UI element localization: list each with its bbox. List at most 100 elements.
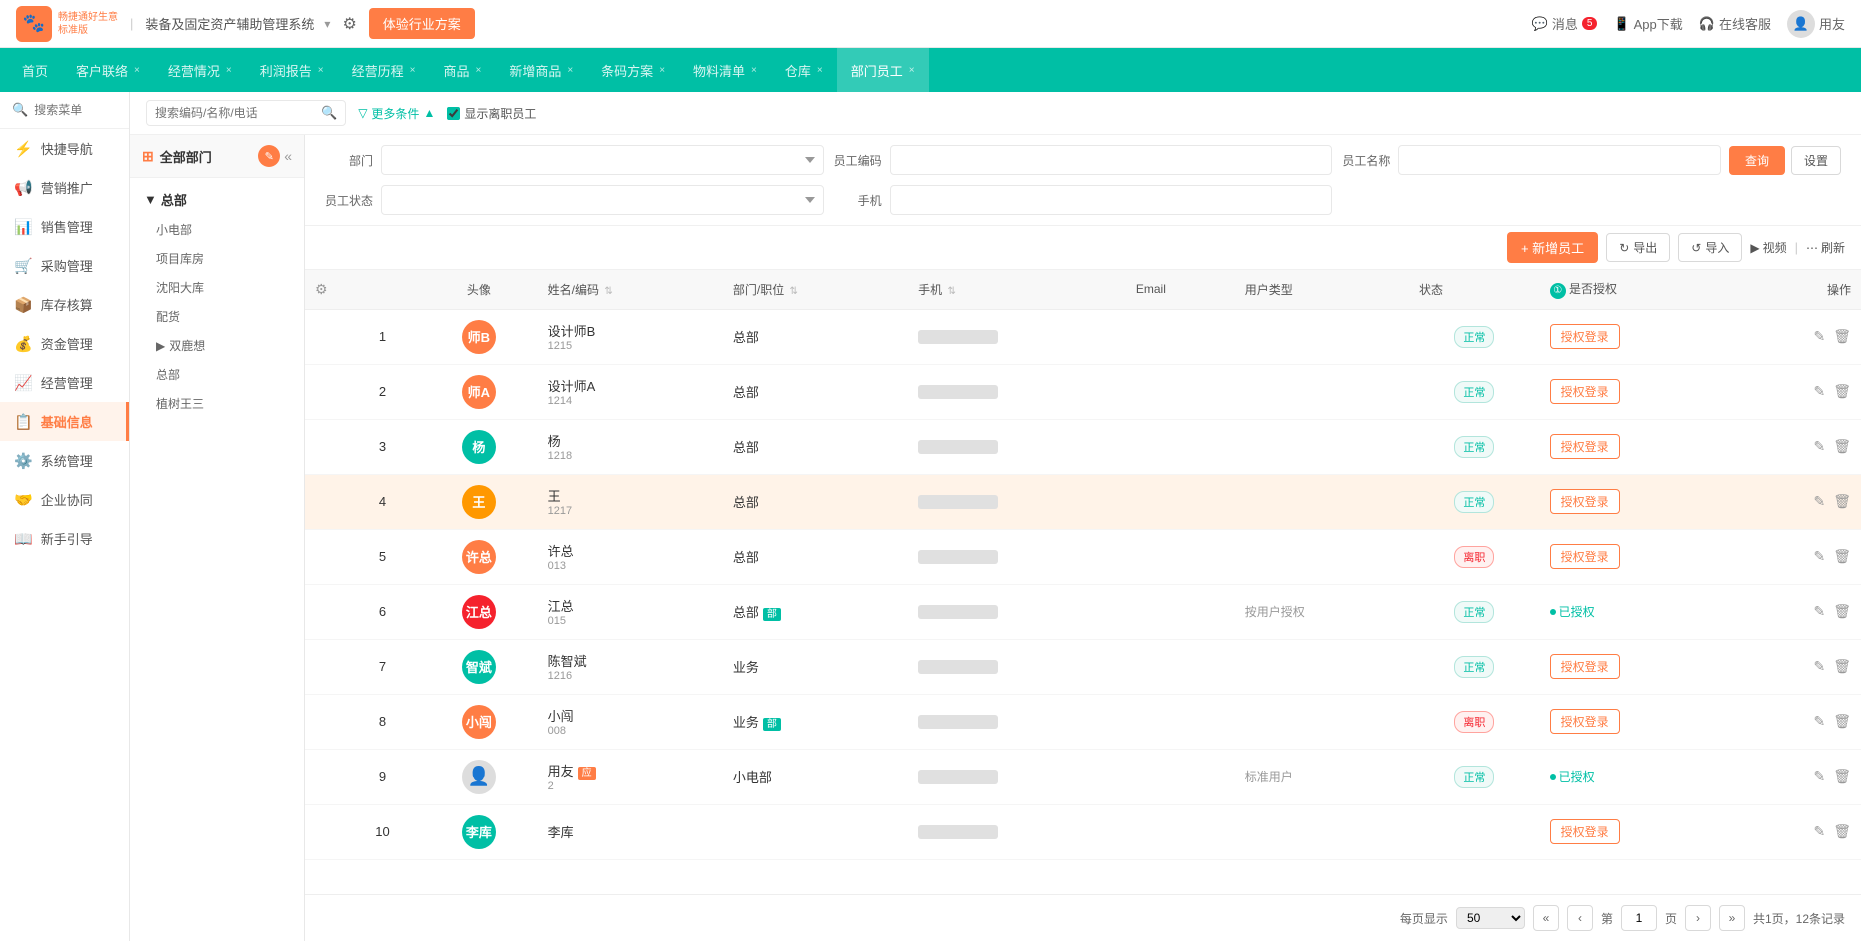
dept-node-shuanglu[interactable]: ▶ 双鹿想 — [130, 331, 304, 360]
refresh-button[interactable]: ⋯ 刷新 — [1806, 239, 1845, 256]
tab-close-customer[interactable]: × — [134, 65, 140, 76]
video-button[interactable]: ▶ 视频 — [1750, 239, 1786, 256]
first-page-button[interactable]: « — [1533, 905, 1559, 931]
dept-edit-button[interactable]: ✎ — [258, 145, 280, 167]
dept-node-project[interactable]: 项目库房 — [130, 244, 304, 273]
auth-button[interactable]: 授权登录 — [1550, 544, 1620, 569]
sidebar-item-collab[interactable]: 🤝 企业协同 — [0, 480, 129, 519]
filter-empcode-input[interactable] — [890, 145, 1333, 175]
sidebar-item-purchase[interactable]: 🛒 采购管理 — [0, 246, 129, 285]
auth-button[interactable]: 授权登录 — [1550, 489, 1620, 514]
trial-button[interactable]: 体验行业方案 — [369, 8, 475, 39]
col-dept[interactable]: 部门/职位 ⇅ — [723, 270, 908, 309]
auth-button[interactable]: 授权登录 — [1550, 709, 1620, 734]
tab-close-barcode[interactable]: × — [659, 65, 665, 76]
auth-button[interactable]: 授权登录 — [1550, 434, 1620, 459]
delete-button[interactable]: 🗑 — [1833, 438, 1851, 455]
prev-page-button[interactable]: ‹ — [1567, 905, 1593, 931]
delete-button[interactable]: 🗑 — [1833, 493, 1851, 510]
tab-employee[interactable]: 部门员工 × — [837, 48, 929, 92]
col-name[interactable]: 姓名/编码 ⇅ — [538, 270, 723, 309]
dept-node-zhishu[interactable]: 植树王三 — [130, 389, 304, 418]
edit-button[interactable]: ✎ — [1813, 328, 1825, 345]
sidebar-item-operation[interactable]: 📈 经营管理 — [0, 363, 129, 402]
import-button[interactable]: ↺ 导入 — [1678, 233, 1742, 262]
settings-button[interactable]: ⚙ — [338, 10, 360, 38]
dept-collapse-button[interactable]: « — [284, 148, 292, 164]
tab-customer[interactable]: 客户联络 × — [62, 48, 154, 92]
page-number-input[interactable] — [1621, 905, 1657, 931]
tab-history[interactable]: 经营历程 × — [338, 48, 430, 92]
auth-button[interactable]: 授权登录 — [1550, 819, 1620, 844]
filter-dept-select[interactable] — [381, 145, 824, 175]
delete-button[interactable]: 🗑 — [1833, 383, 1851, 400]
app-download-button[interactable]: 📱 App下载 — [1613, 14, 1682, 33]
tab-close-history[interactable]: × — [410, 65, 416, 76]
edit-button[interactable]: ✎ — [1813, 823, 1825, 840]
add-employee-button[interactable]: + 新增员工 — [1507, 232, 1598, 263]
edit-button[interactable]: ✎ — [1813, 548, 1825, 565]
sidebar-item-quick-nav[interactable]: ⚡ 快捷导航 — [0, 129, 129, 168]
tab-addgoods[interactable]: 新增商品 × — [495, 48, 587, 92]
user-area[interactable]: 👤 用友 — [1787, 10, 1845, 38]
edit-button[interactable]: ✎ — [1813, 603, 1825, 620]
show-former-checkbox[interactable] — [447, 107, 460, 120]
last-page-button[interactable]: » — [1719, 905, 1745, 931]
export-button[interactable]: ↻ 导出 — [1606, 233, 1670, 262]
col-phone[interactable]: 手机 ⇅ — [908, 270, 1126, 309]
tab-close-profit[interactable]: × — [318, 65, 324, 76]
edit-button[interactable]: ✎ — [1813, 713, 1825, 730]
delete-button[interactable]: 🗑 — [1833, 548, 1851, 565]
set-button[interactable]: 设置 — [1791, 146, 1841, 175]
more-filter-button[interactable]: ▽ 更多条件 ▲ — [358, 105, 435, 122]
auth-button[interactable]: 授权登录 — [1550, 379, 1620, 404]
sidebar-item-guide[interactable]: 📖 新手引导 — [0, 519, 129, 558]
tab-barcode[interactable]: 条码方案 × — [587, 48, 679, 92]
dept-node-headquarter[interactable]: 总部 — [130, 360, 304, 389]
sys-title-dropdown[interactable]: ▾ — [324, 17, 330, 31]
filter-phone-input[interactable] — [890, 185, 1333, 215]
edit-button[interactable]: ✎ — [1813, 493, 1825, 510]
query-button[interactable]: 查询 — [1729, 146, 1785, 175]
dept-node-shenyang[interactable]: 沈阳大库 — [130, 273, 304, 302]
delete-button[interactable]: 🗑 — [1833, 603, 1851, 620]
online-service-button[interactable]: 🎧 在线客服 — [1699, 14, 1771, 33]
edit-button[interactable]: ✎ — [1813, 658, 1825, 675]
tab-close-business[interactable]: × — [226, 65, 232, 76]
delete-button[interactable]: 🗑 — [1833, 713, 1851, 730]
delete-button[interactable]: 🗑 — [1833, 823, 1851, 840]
sidebar-item-sales[interactable]: 📊 销售管理 — [0, 207, 129, 246]
message-button[interactable]: 💬 消息 5 — [1532, 14, 1598, 33]
tab-business[interactable]: 经营情况 × — [154, 48, 246, 92]
sidebar-item-basic-info[interactable]: 📋 基础信息 — [0, 402, 129, 441]
tab-close-warehouse[interactable]: × — [817, 65, 823, 76]
tab-close-goods[interactable]: × — [475, 65, 481, 76]
tab-warehouse[interactable]: 仓库 × — [771, 48, 837, 92]
edit-button[interactable]: ✎ — [1813, 438, 1825, 455]
sidebar-item-finance[interactable]: 💰 资金管理 — [0, 324, 129, 363]
tab-close-employee[interactable]: × — [909, 65, 915, 76]
edit-button[interactable]: ✎ — [1813, 768, 1825, 785]
tab-profit[interactable]: 利润报告 × — [246, 48, 338, 92]
dept-node-headquarter-parent[interactable]: ▼ 总部 — [130, 184, 304, 215]
auth-button[interactable]: 授权登录 — [1550, 324, 1620, 349]
tab-goods[interactable]: 商品 × — [429, 48, 495, 92]
sidebar-item-system[interactable]: ⚙️ 系统管理 — [0, 441, 129, 480]
dept-node-distribution[interactable]: 配货 — [130, 302, 304, 331]
dept-node-xiaodian[interactable]: 小电部 — [130, 215, 304, 244]
filter-empname-input[interactable] — [1398, 145, 1721, 175]
filter-status-select[interactable] — [381, 185, 824, 215]
search-input[interactable] — [155, 106, 315, 120]
sidebar-item-inventory[interactable]: 📦 库存核算 — [0, 285, 129, 324]
sidebar-search-input[interactable] — [34, 103, 117, 117]
tab-home[interactable]: 首页 — [8, 48, 62, 92]
tab-bom[interactable]: 物料清单 × — [679, 48, 771, 92]
auth-button[interactable]: 授权登录 — [1550, 654, 1620, 679]
edit-button[interactable]: ✎ — [1813, 383, 1825, 400]
delete-button[interactable]: 🗑 — [1833, 768, 1851, 785]
tab-close-bom[interactable]: × — [751, 65, 757, 76]
tab-close-addgoods[interactable]: × — [567, 65, 573, 76]
col-settings[interactable]: ⚙ — [305, 270, 345, 309]
page-size-select[interactable]: 50 100 — [1456, 907, 1525, 929]
delete-button[interactable]: 🗑 — [1833, 658, 1851, 675]
